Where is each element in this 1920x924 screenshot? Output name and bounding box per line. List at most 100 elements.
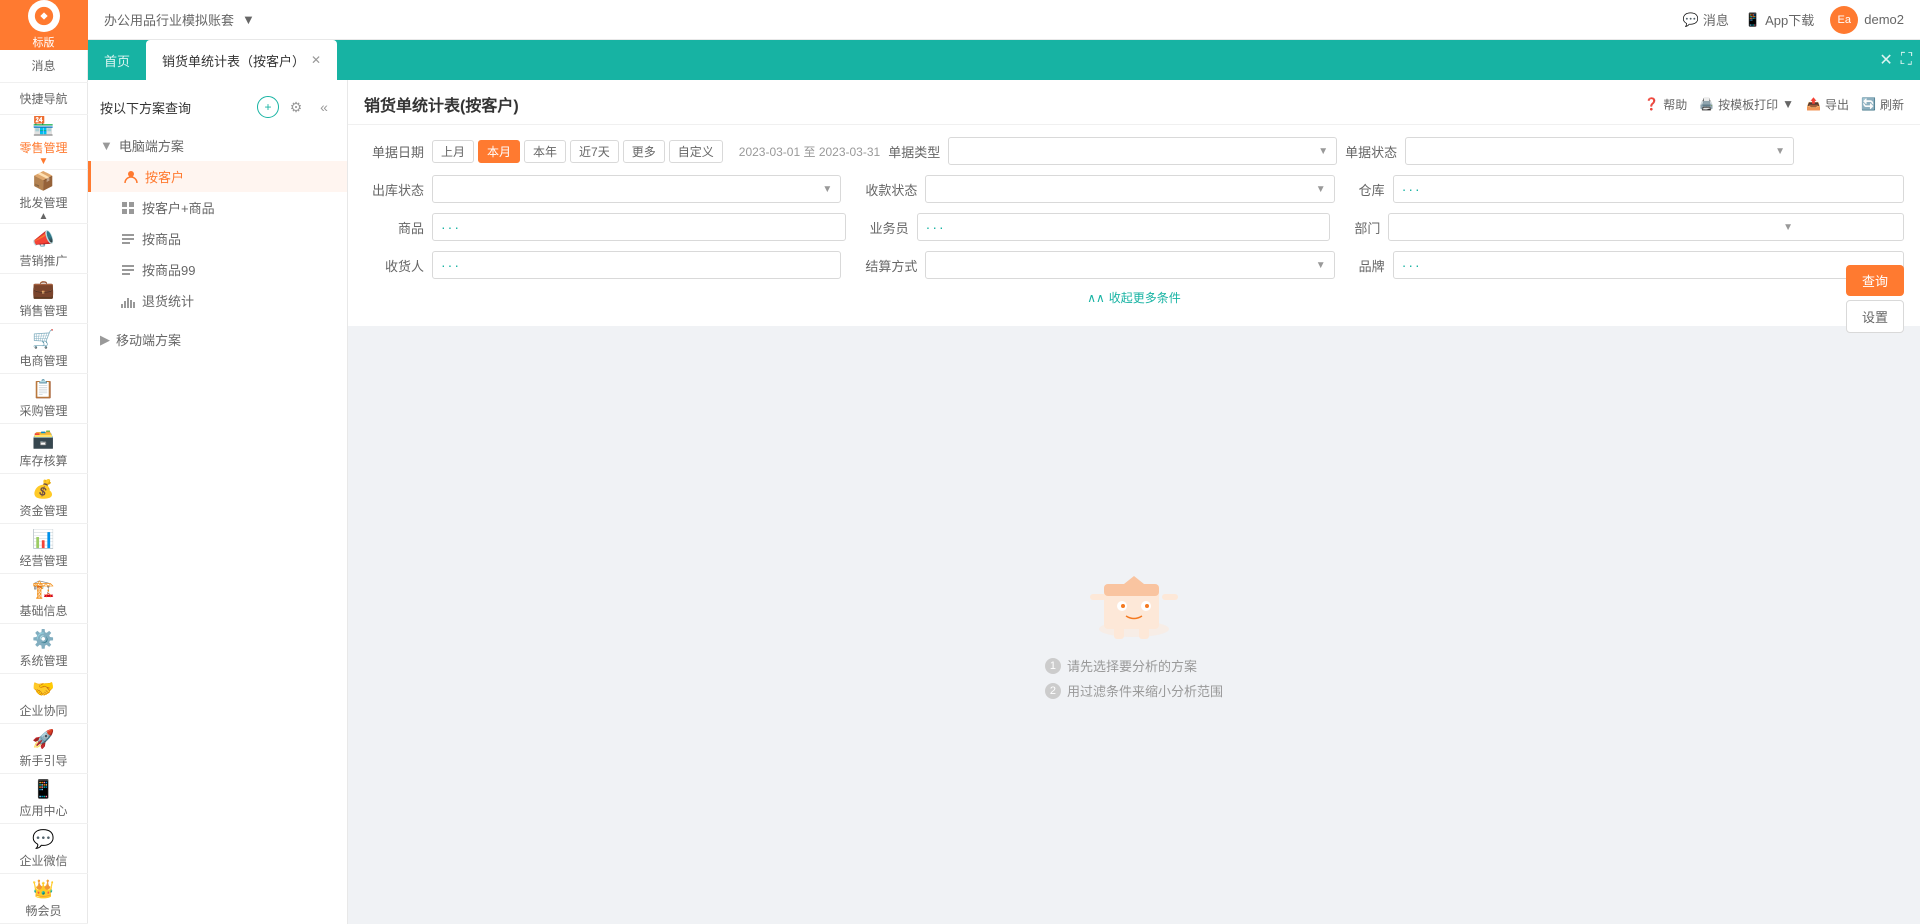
- out-status-arrow: ▼: [822, 184, 832, 195]
- return-stats-label: 退货统计: [142, 291, 194, 310]
- purchase-icon: 📋: [32, 379, 54, 400]
- sidebar-item-retail[interactable]: 🏪 零售管理 ▼: [0, 115, 88, 169]
- scheme-settings-icon[interactable]: ⚙: [285, 96, 307, 118]
- salesperson-label: 业务员: [870, 218, 909, 237]
- filter-receiver-row: 收货人 ··· 结算方式 ▼ 品牌 ···: [364, 251, 1904, 279]
- bill-type-select[interactable]: ▼: [948, 137, 1337, 165]
- search-menu-item[interactable]: 消息: [0, 50, 88, 83]
- add-scheme-btn[interactable]: +: [257, 96, 279, 118]
- this-year-btn[interactable]: 本年: [524, 140, 566, 163]
- sidebar-item-finance[interactable]: 💰 资金管理: [0, 474, 88, 524]
- print-label: 按模板打印: [1718, 96, 1778, 113]
- tree-child-by-goods[interactable]: 按商品: [88, 223, 347, 254]
- mobile-tree-arrow: ▶: [100, 332, 110, 348]
- tab-bar: 首页 销货单统计表（按客户） ✕ ✕ ⛶: [88, 40, 1920, 80]
- customer-goods-label: 按客户+商品: [142, 198, 215, 217]
- goods-select[interactable]: ···: [432, 213, 846, 241]
- out-status-label: 出库状态: [364, 180, 424, 199]
- tab-sales-stats-label: 销货单统计表（按客户）: [162, 51, 305, 70]
- brand-select[interactable]: ···: [1393, 251, 1904, 279]
- receiver-dots: ···: [441, 257, 461, 273]
- sidebar-item-wechat[interactable]: 💬 企业微信: [0, 824, 88, 874]
- page-actions: ❓ 帮助 🖨️ 按模板打印 ▼ 📤 导出 🔄 刷新: [1644, 96, 1904, 113]
- goods-label: 商品: [364, 218, 424, 237]
- quick-nav-item[interactable]: 快捷导航: [0, 83, 88, 116]
- tree-mobile: ▶ 移动端方案: [88, 320, 347, 359]
- tab-close-icon[interactable]: ✕: [311, 53, 321, 67]
- ecommerce-label: 电商管理: [19, 352, 67, 369]
- wholesale-label: 批发管理: [19, 194, 67, 211]
- tree-child-by-customer[interactable]: 按客户: [88, 161, 347, 192]
- receipt-status-select[interactable]: ▼: [925, 175, 1334, 203]
- marketing-label: 营销推广: [19, 252, 67, 269]
- department-arrow: ▼: [1783, 222, 1793, 233]
- department-select[interactable]: ▼: [1388, 213, 1904, 241]
- sidebar-item-operations[interactable]: 📊 经营管理: [0, 524, 88, 574]
- settings-button[interactable]: 设置: [1846, 300, 1904, 333]
- salesperson-select[interactable]: ···: [917, 213, 1331, 241]
- sidebar-item-system[interactable]: ⚙️ 系统管理: [0, 624, 88, 674]
- close-window-icon[interactable]: ✕: [1879, 50, 1892, 70]
- warehouse-select[interactable]: ···: [1393, 175, 1904, 203]
- by-goods-99-icon: [120, 262, 136, 278]
- sidebar-item-ecommerce[interactable]: 🛒 电商管理: [0, 324, 88, 374]
- sidebar-item-newuser[interactable]: 🚀 新手引导: [0, 724, 88, 774]
- sidebar-item-appcenter[interactable]: 📱 应用中心: [0, 774, 88, 824]
- search-button[interactable]: 查询: [1846, 265, 1904, 296]
- tree-mobile-item[interactable]: ▶ 移动端方案: [88, 324, 347, 355]
- this-month-btn[interactable]: 本月: [478, 140, 520, 163]
- operations-icon: 📊: [32, 529, 54, 550]
- ecommerce-icon: 🛒: [32, 329, 54, 350]
- settlement-select[interactable]: ▼: [925, 251, 1334, 279]
- message-btn[interactable]: 💬 消息: [1683, 10, 1729, 29]
- refresh-btn[interactable]: 🔄 刷新: [1861, 96, 1904, 113]
- custom-btn[interactable]: 自定义: [669, 140, 723, 163]
- retail-icon: 🏪: [32, 116, 54, 137]
- app-download-btn[interactable]: 📱 App下载: [1745, 10, 1814, 29]
- tab-home-label: 首页: [104, 51, 130, 70]
- tree-child-by-goods-99[interactable]: 按商品99: [88, 254, 347, 285]
- print-arrow: ▼: [1782, 97, 1794, 111]
- help-btn[interactable]: ❓ 帮助: [1644, 96, 1687, 113]
- collapse-panel-icon[interactable]: «: [313, 96, 335, 118]
- brand-label: 品牌: [1359, 256, 1385, 275]
- tab-sales-stats[interactable]: 销货单统计表（按客户） ✕: [146, 40, 337, 80]
- settlement-label: 结算方式: [865, 256, 917, 275]
- warehouse-label: 仓库: [1359, 180, 1385, 199]
- inventory-label: 库存核算: [19, 452, 67, 469]
- sidebar-item-member[interactable]: 👑 畅会员: [0, 874, 88, 924]
- maximize-icon[interactable]: ⛶: [1901, 51, 1912, 69]
- collapse-btn[interactable]: ∧∧ 收起更多条件: [1087, 289, 1181, 306]
- sidebar-item-base[interactable]: 🏗️ 基础信息: [0, 574, 88, 624]
- tree-child-return-stats[interactable]: 退货统计: [88, 285, 347, 316]
- last-7-btn[interactable]: 近7天: [570, 140, 619, 163]
- receiver-select[interactable]: ···: [432, 251, 841, 279]
- tab-home[interactable]: 首页: [88, 40, 146, 80]
- more-btn[interactable]: 更多: [623, 140, 665, 163]
- sidebar-item-purchase[interactable]: 📋 采购管理: [0, 374, 88, 424]
- appcenter-label: 应用中心: [19, 802, 67, 819]
- tree-desktop-item[interactable]: ▼ 电脑端方案: [88, 130, 347, 161]
- header-actions: 💬 消息 📱 App下载 Ea demo2: [1683, 6, 1904, 34]
- export-btn[interactable]: 📤 导出: [1806, 96, 1849, 113]
- last-month-btn[interactable]: 上月: [432, 140, 474, 163]
- sidebar-item-enterprise[interactable]: 🤝 企业协同: [0, 674, 88, 724]
- tree-child-customer-goods[interactable]: 按客户+商品: [88, 192, 347, 223]
- user-info[interactable]: Ea demo2: [1830, 6, 1904, 34]
- out-status-select[interactable]: ▼: [432, 175, 841, 203]
- data-area: 1 请先选择要分析的方案 2 用过滤条件来缩小分析范围: [348, 326, 1920, 924]
- download-icon: 📱: [1745, 12, 1761, 28]
- sidebar-item-marketing[interactable]: 📣 营销推广: [0, 224, 88, 274]
- finance-icon: 💰: [32, 479, 54, 500]
- sidebar-item-sales[interactable]: 💼 销售管理: [0, 274, 88, 324]
- logo-icon: [28, 0, 60, 32]
- print-btn[interactable]: 🖨️ 按模板打印 ▼: [1699, 96, 1794, 113]
- sidebar-item-inventory[interactable]: 🗃️ 库存核算: [0, 424, 88, 474]
- collapse-arrow-icon: ∧∧: [1087, 291, 1105, 305]
- bill-status-select[interactable]: ▼: [1405, 137, 1794, 165]
- enterprise-icon: 🤝: [32, 679, 54, 700]
- sidebar-item-wholesale[interactable]: 📦 批发管理 ▲: [0, 170, 88, 224]
- sales-label: 销售管理: [19, 302, 67, 319]
- by-goods-icon: [120, 231, 136, 247]
- export-label: 导出: [1825, 96, 1849, 113]
